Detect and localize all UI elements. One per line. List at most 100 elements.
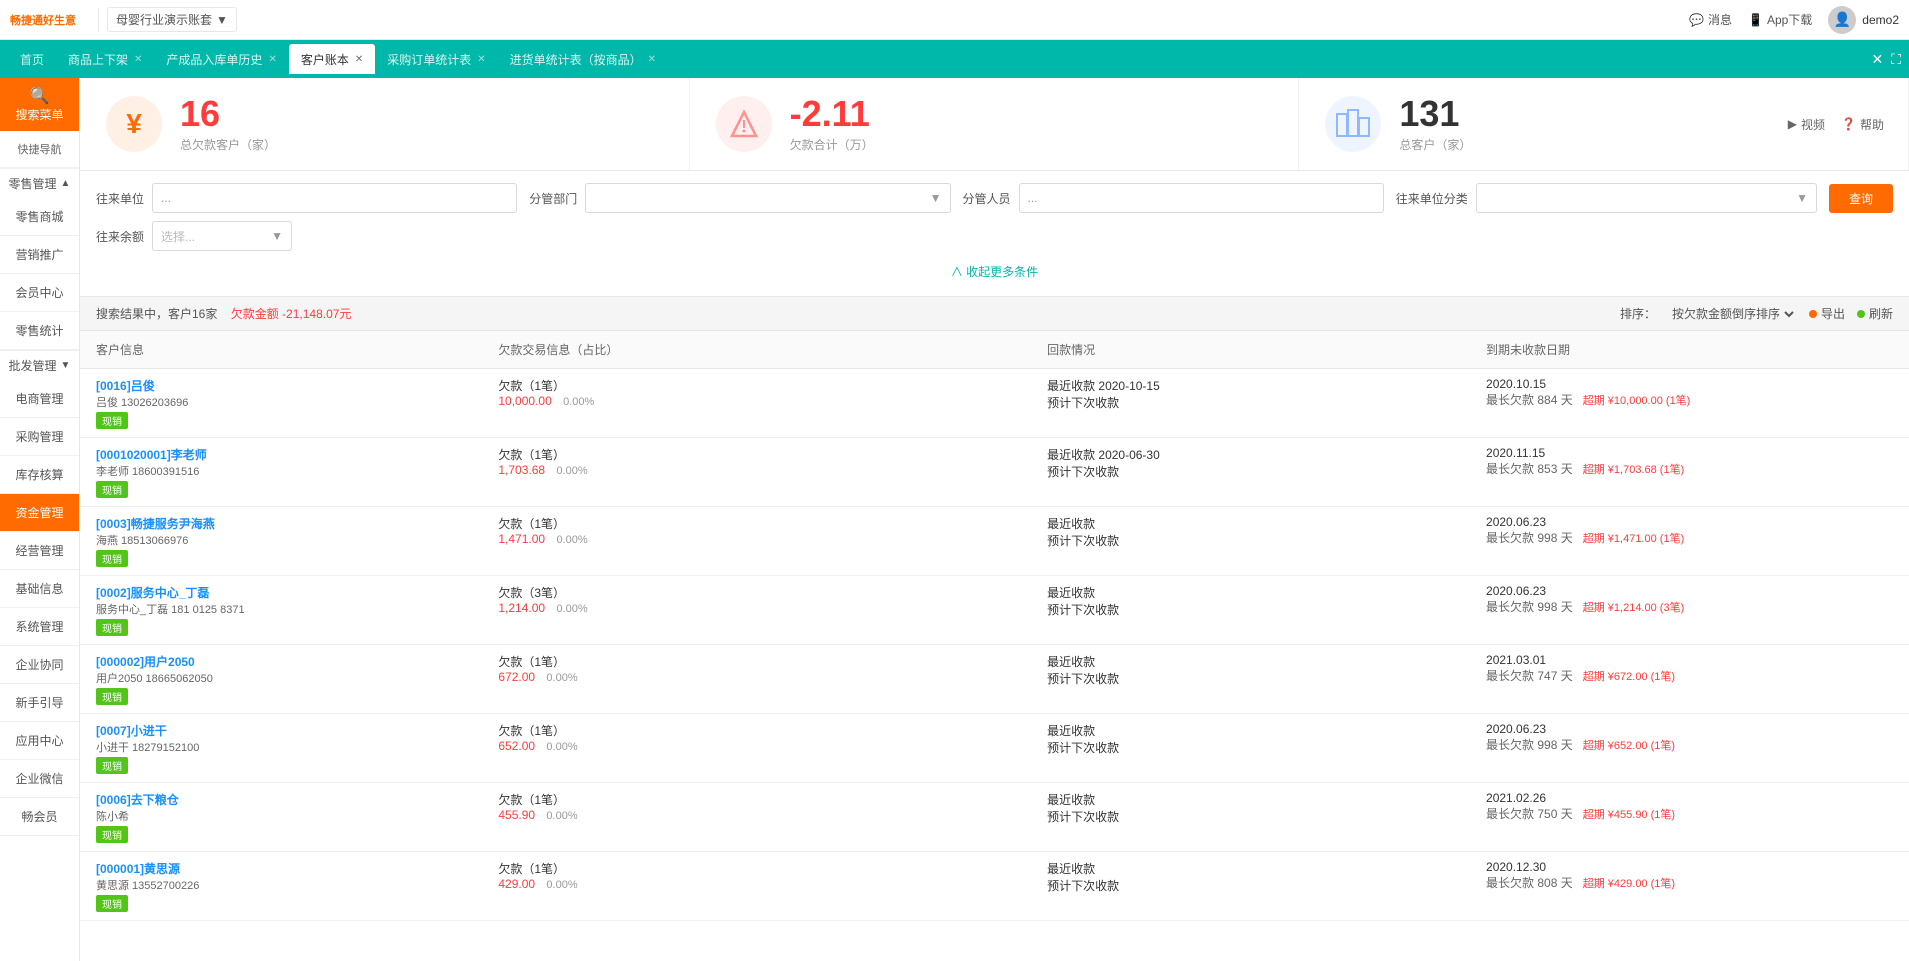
cell-repayment-4: 最近收款 预计下次收款 bbox=[1031, 645, 1470, 714]
sort-select[interactable]: 按欠款金额倒序排序 bbox=[1668, 306, 1797, 322]
tab-close-produce-history[interactable]: ✕ bbox=[268, 54, 276, 65]
sidebar-search[interactable]: 🔍 搜索菜单 bbox=[0, 78, 79, 131]
sidebar-item-member[interactable]: 会员中心 bbox=[0, 274, 79, 312]
customer-name-7[interactable]: [000001]黄思源 bbox=[96, 860, 466, 877]
summary-card-debt-total: -2.11 欠款合计（万） bbox=[690, 78, 1300, 170]
balance-select[interactable]: 选择... ▼ bbox=[152, 221, 292, 251]
cell-debt-info-3: 欠款（3笔） 1,214.00 0.00% bbox=[482, 576, 1031, 645]
sidebar-item-batch-mgmt[interactable]: 批发管理 ▼ bbox=[0, 351, 79, 380]
table-actions: 排序： 按欠款金额倒序排序 导出 刷新 bbox=[1620, 305, 1893, 322]
sidebar-item-enterprise[interactable]: 企业协同 bbox=[0, 646, 79, 684]
sidebar-item-inventory[interactable]: 库存核算 bbox=[0, 456, 79, 494]
customer-name-3[interactable]: [0002]服务中心_丁磊 bbox=[96, 584, 466, 601]
query-button[interactable]: 查询 bbox=[1829, 184, 1893, 213]
overdue-info-0: 最长欠款 884 天 超期 ¥10,000.00 (1笔) bbox=[1486, 391, 1893, 408]
sidebar-item-ecommerce[interactable]: 电商管理 bbox=[0, 380, 79, 418]
main-layout: 🔍 搜索菜单 快捷导航 零售管理 ▲ 零售商城 营销推广 会员中心 零售统计 批… bbox=[0, 78, 1909, 961]
sidebar-item-finance[interactable]: 资金管理 bbox=[0, 494, 79, 532]
last-payment-6: 最近收款 bbox=[1047, 791, 1454, 808]
debt-count-7: 欠款（1笔） bbox=[498, 860, 1015, 877]
summary-card3-actions: ▶ 视频 ❓ 帮助 bbox=[1788, 116, 1884, 133]
cell-debt-info-1: 欠款（1笔） 1,703.68 0.00% bbox=[482, 438, 1031, 507]
maximize-icon[interactable]: ⛶ bbox=[1891, 51, 1901, 68]
help-button[interactable]: ❓ 帮助 bbox=[1841, 116, 1884, 133]
table-row: [0007]小进干 小进干 18279152100 现销 欠款（1笔） 652.… bbox=[80, 714, 1909, 783]
sidebar-item-app-center[interactable]: 应用中心 bbox=[0, 722, 79, 760]
video-button[interactable]: ▶ 视频 bbox=[1788, 116, 1825, 133]
th-due-date: 到期未收款日期 bbox=[1470, 331, 1909, 369]
close-all-tabs-icon[interactable]: ✕ bbox=[1871, 51, 1883, 68]
tab-home[interactable]: 首页 bbox=[8, 44, 56, 74]
user-menu[interactable]: 👤 demo2 bbox=[1828, 6, 1899, 34]
cell-debt-info-2: 欠款（1笔） 1,471.00 0.00% bbox=[482, 507, 1031, 576]
overdue-link-1[interactable]: 超期 ¥1,703.68 (1笔) bbox=[1583, 464, 1685, 476]
tab-purchase-stat[interactable]: 采购订单统计表 ✕ bbox=[375, 44, 497, 74]
message-button[interactable]: 💬 消息 bbox=[1689, 11, 1732, 28]
app-download-button[interactable]: 📱 App下载 bbox=[1748, 11, 1812, 28]
sidebar-item-marketing[interactable]: 营销推广 bbox=[0, 236, 79, 274]
cell-due-date-7: 2020.12.30 最长欠款 808 天 超期 ¥429.00 (1笔) bbox=[1470, 852, 1909, 921]
export-button[interactable]: 导出 bbox=[1809, 305, 1845, 322]
overdue-link-3[interactable]: 超期 ¥1,214.00 (3笔) bbox=[1583, 602, 1685, 614]
overdue-link-6[interactable]: 超期 ¥455.90 (1笔) bbox=[1583, 809, 1675, 821]
collapse-button[interactable]: ∧ 收起更多条件 bbox=[96, 259, 1893, 284]
sidebar-item-retail-mgmt[interactable]: 零售管理 ▲ bbox=[0, 169, 79, 198]
tab-close-purchase-stat[interactable]: ✕ bbox=[477, 54, 485, 65]
customer-badge-4: 现销 bbox=[96, 688, 128, 705]
store-selector[interactable]: 母婴行业演示账套 ▼ bbox=[107, 7, 237, 32]
tab-produce-history[interactable]: 产成品入库单历史 ✕ bbox=[154, 44, 288, 74]
customer-badge-5: 现销 bbox=[96, 757, 128, 774]
customer-badge-6: 现销 bbox=[96, 826, 128, 843]
sidebar-item-newbie[interactable]: 新手引导 bbox=[0, 684, 79, 722]
sidebar-item-basic-info[interactable]: 基础信息 bbox=[0, 570, 79, 608]
sidebar-item-operation[interactable]: 经营管理 bbox=[0, 532, 79, 570]
sidebar-item-wechat[interactable]: 企业微信 bbox=[0, 760, 79, 798]
customer-badge-7: 现销 bbox=[96, 895, 128, 912]
sidebar-item-vip[interactable]: 畅会员 bbox=[0, 798, 79, 836]
customer-name-6[interactable]: [0006]去下粮仓 bbox=[96, 791, 466, 808]
next-payment-4: 预计下次收款 bbox=[1047, 670, 1454, 687]
from-unit-input[interactable]: ... bbox=[152, 183, 517, 213]
overdue-info-2: 最长欠款 998 天 超期 ¥1,471.00 (1笔) bbox=[1486, 529, 1893, 546]
customer-name-2[interactable]: [0003]畅捷服务尹海燕 bbox=[96, 515, 466, 532]
customer-name-1[interactable]: [0001020001]李老师 bbox=[96, 446, 466, 463]
debt-count-6: 欠款（1笔） bbox=[498, 791, 1015, 808]
tab-product-offline[interactable]: 商品上下架 ✕ bbox=[56, 44, 154, 74]
tab-close-purchase-product-stat[interactable]: ✕ bbox=[648, 54, 656, 65]
tab-close-product-offline[interactable]: ✕ bbox=[134, 54, 142, 65]
refresh-button[interactable]: 刷新 bbox=[1857, 305, 1893, 322]
filter-area: 往来单位 ... 分管部门 ▼ 分管人员 ... bbox=[80, 171, 1909, 297]
unit-class-select[interactable]: ▼ bbox=[1476, 183, 1817, 213]
person-input[interactable]: ... bbox=[1019, 183, 1384, 213]
sidebar-item-system[interactable]: 系统管理 bbox=[0, 608, 79, 646]
filter-unit-class: 往来单位分类 ▼ bbox=[1396, 183, 1817, 213]
overdue-link-5[interactable]: 超期 ¥652.00 (1笔) bbox=[1583, 740, 1675, 752]
overdue-link-4[interactable]: 超期 ¥672.00 (1笔) bbox=[1583, 671, 1675, 683]
overdue-link-0[interactable]: 超期 ¥10,000.00 (1笔) bbox=[1583, 395, 1691, 407]
debt-count-4: 欠款（1笔） bbox=[498, 653, 1015, 670]
table-row: [0003]畅捷服务尹海燕 海燕 18513066976 现销 欠款（1笔） 1… bbox=[80, 507, 1909, 576]
due-date-3: 2020.06.23 bbox=[1486, 584, 1893, 598]
overdue-info-6: 最长欠款 750 天 超期 ¥455.90 (1笔) bbox=[1486, 805, 1893, 822]
sidebar-item-purchase-mgmt[interactable]: 采购管理 bbox=[0, 418, 79, 456]
next-payment-6: 预计下次收款 bbox=[1047, 808, 1454, 825]
sidebar-item-retail-stat[interactable]: 零售统计 bbox=[0, 312, 79, 350]
debt-customers-icon: ¥ bbox=[104, 94, 164, 154]
tab-customer-account[interactable]: 客户账本 ✕ bbox=[289, 44, 375, 74]
overdue-link-2[interactable]: 超期 ¥1,471.00 (1笔) bbox=[1583, 533, 1685, 545]
customer-name-4[interactable]: [000002]用户2050 bbox=[96, 653, 466, 670]
due-date-0: 2020.10.15 bbox=[1486, 377, 1893, 391]
cell-repayment-2: 最近收款 预计下次收款 bbox=[1031, 507, 1470, 576]
customer-badge-1: 现销 bbox=[96, 481, 128, 498]
balance-label: 往来余额 bbox=[96, 228, 144, 245]
debt-amount-4: 672.00 0.00% bbox=[498, 670, 1015, 684]
tab-purchase-product-stat[interactable]: 进货单统计表（按商品） ✕ bbox=[498, 44, 668, 74]
customer-badge-3: 现销 bbox=[96, 619, 128, 636]
sidebar-item-retail-store[interactable]: 零售商城 bbox=[0, 198, 79, 236]
logo: 畅捷通好生意 bbox=[10, 12, 90, 28]
tab-close-customer-account[interactable]: ✕ bbox=[355, 54, 363, 65]
overdue-link-7[interactable]: 超期 ¥429.00 (1笔) bbox=[1583, 878, 1675, 890]
dept-select[interactable]: ▼ bbox=[585, 183, 950, 213]
customer-name-5[interactable]: [0007]小进干 bbox=[96, 722, 466, 739]
customer-name-0[interactable]: [0016]吕俊 bbox=[96, 377, 466, 394]
